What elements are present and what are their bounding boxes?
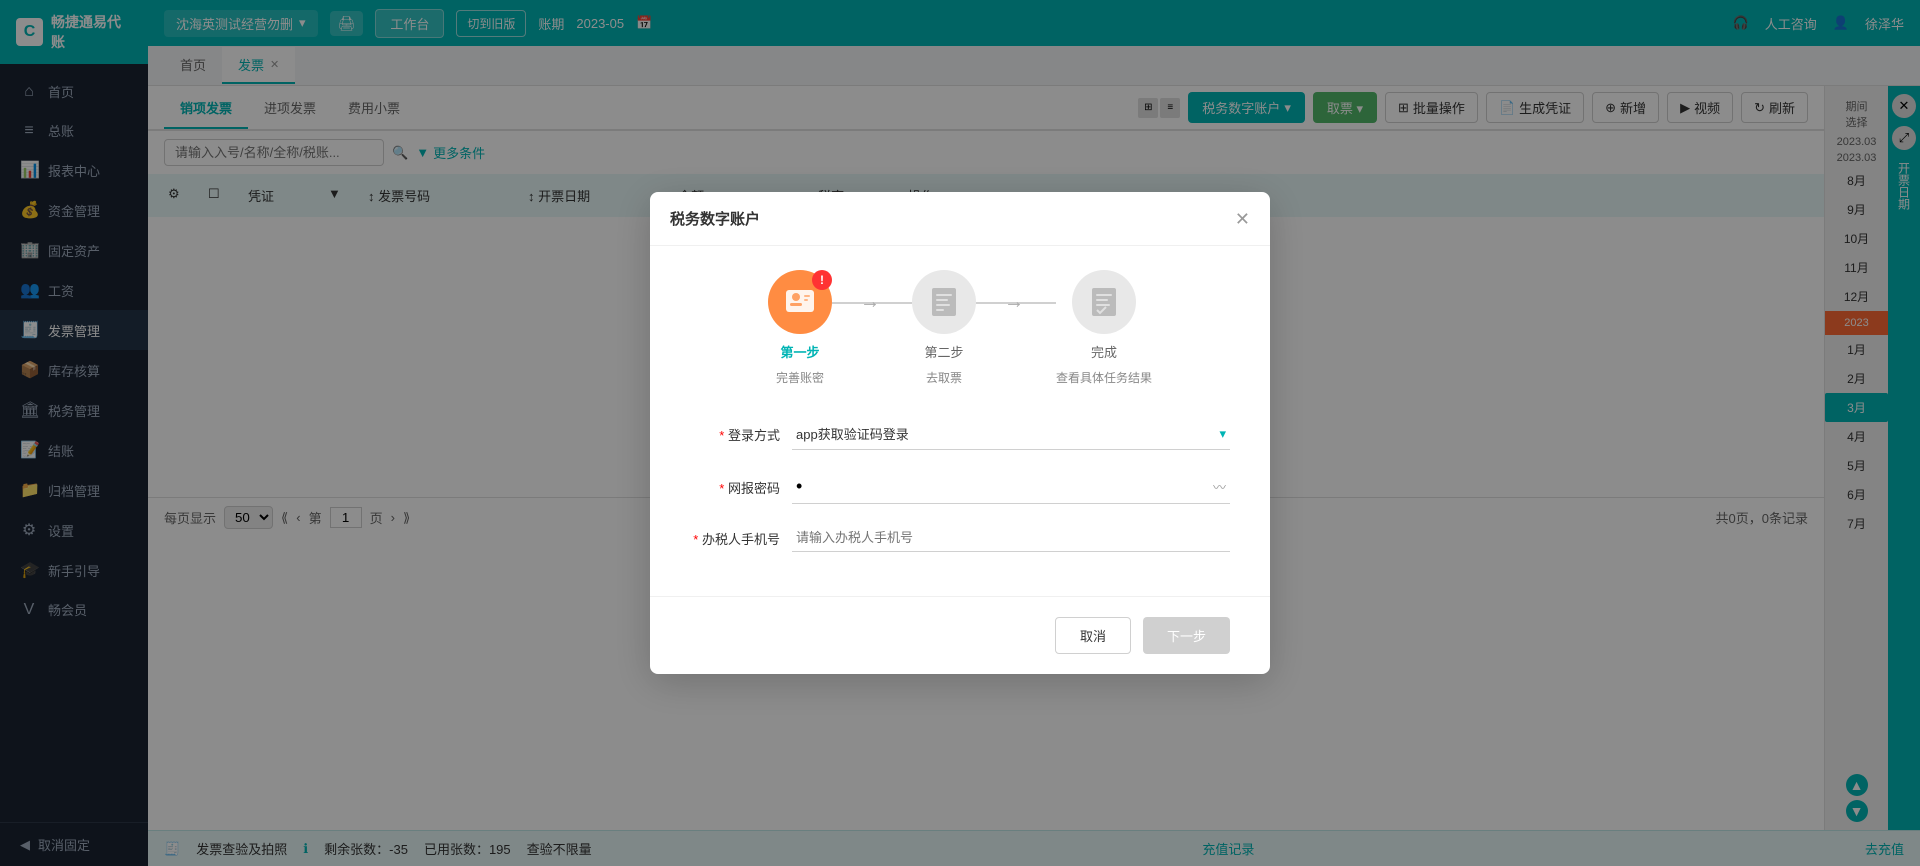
step2-desc: 去取票 [926, 369, 962, 386]
cancel-button[interactable]: 取消 [1055, 617, 1131, 654]
step1-icon: ! [768, 270, 832, 334]
dropdown-chevron-icon: ▾ [1219, 426, 1226, 442]
password-input[interactable] [796, 476, 1213, 497]
step-connector-2: → [976, 302, 1056, 304]
step2-svg [926, 284, 962, 320]
required-mark: * [719, 481, 724, 496]
password-label: * 网报密码 [690, 478, 780, 497]
modal-title: 税务数字账户 [670, 208, 760, 229]
modal-close-button[interactable]: ✕ [1235, 210, 1250, 228]
modal-footer: 取消 下一步 [650, 596, 1270, 674]
tax-digital-modal: 税务数字账户 ✕ ! [650, 192, 1270, 674]
login-method-label: * 登录方式 [690, 425, 780, 444]
required-mark: * [693, 532, 698, 547]
step3-svg [1086, 284, 1122, 320]
step1-desc: 完善账密 [776, 369, 824, 386]
step1-svg [782, 284, 818, 320]
eye-icon[interactable]: 〰 [1213, 477, 1226, 496]
step2-icon [912, 270, 976, 334]
step-1: ! 第一步 完善账密 [768, 270, 832, 386]
password-field: 〰 [792, 470, 1230, 504]
login-method-select[interactable]: app获取验证码登录 ▾ [792, 418, 1230, 450]
modal-overlay: 税务数字账户 ✕ ! [0, 0, 1920, 866]
login-method-row: * 登录方式 app获取验证码登录 ▾ [690, 418, 1230, 450]
phone-field [792, 524, 1230, 552]
step-connector-1: → [832, 302, 912, 304]
modal-header: 税务数字账户 ✕ [650, 192, 1270, 246]
step1-label: 第一步 [780, 342, 819, 361]
step1-badge: ! [812, 270, 832, 290]
step3-icon [1072, 270, 1136, 334]
step3-label: 完成 [1091, 342, 1117, 361]
step3-desc: 查看具体任务结果 [1056, 369, 1152, 386]
next-button[interactable]: 下一步 [1143, 617, 1230, 654]
password-row: * 网报密码 〰 [690, 470, 1230, 504]
steps-indicator: ! 第一步 完善账密 → [690, 270, 1230, 386]
step-2: 第二步 去取票 [912, 270, 976, 386]
phone-row: * 办税人手机号 [690, 524, 1230, 552]
login-method-value: app获取验证码登录 [796, 424, 909, 443]
required-mark: * [719, 428, 724, 443]
phone-input[interactable] [792, 524, 1230, 551]
step-3: 完成 查看具体任务结果 [1056, 270, 1152, 386]
phone-label: * 办税人手机号 [690, 529, 780, 548]
modal-body: ! 第一步 完善账密 → [650, 246, 1270, 596]
step2-label: 第二步 [924, 342, 963, 361]
